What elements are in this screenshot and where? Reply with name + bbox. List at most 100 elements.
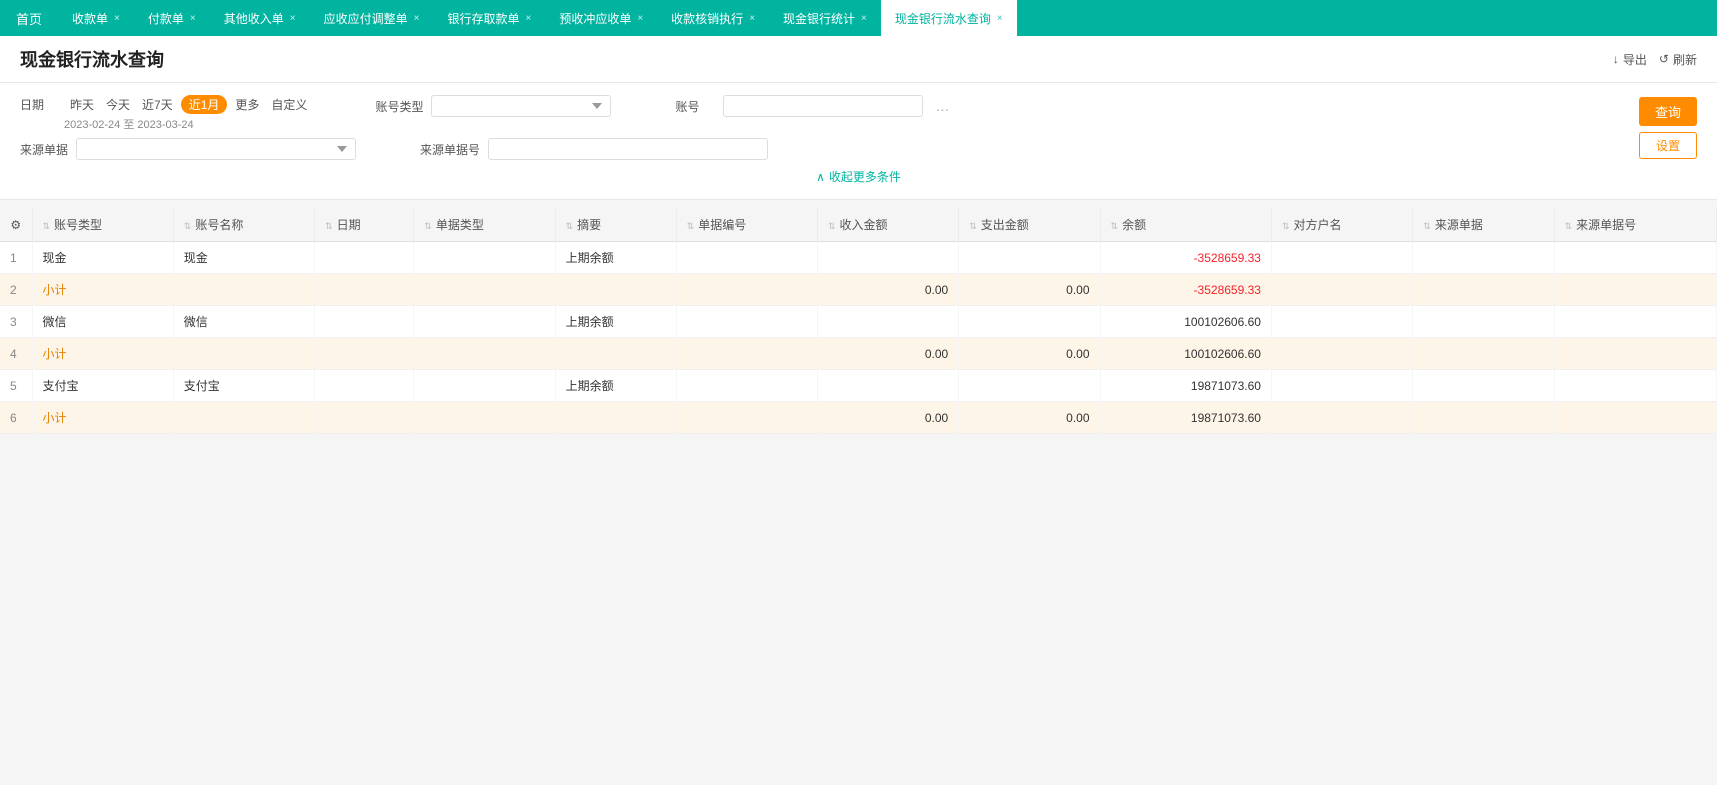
nav-tab-shoukuanhexiao[interactable]: 收款核销执行 ×	[657, 0, 769, 36]
top-navigation: 首页 收款单 × 付款单 × 其他收入单 × 应收应付调整单 × 银行存取款单 …	[0, 0, 1717, 36]
row-num: 1	[0, 242, 32, 274]
cell-account-type: 小计	[32, 274, 173, 306]
cell-account-type: 现金	[32, 242, 173, 274]
cell-balance: 100102606.60	[1100, 306, 1271, 338]
col-account-type[interactable]: ⇅账号类型	[32, 208, 173, 242]
date-btn-7days[interactable]: 近7天	[138, 95, 177, 114]
close-tab-shoukuanhexiao[interactable]: ×	[749, 13, 755, 24]
date-btn-yesterday[interactable]: 昨天	[66, 95, 98, 114]
col-expense[interactable]: ⇅支出金额	[959, 208, 1100, 242]
close-tab-xjliushui[interactable]: ×	[997, 13, 1003, 24]
cell-date	[315, 306, 414, 338]
col-counterparty[interactable]: ⇅对方户名	[1271, 208, 1412, 242]
cell-doc-no	[676, 242, 817, 274]
close-tab-shoukuandan[interactable]: ×	[114, 13, 120, 24]
cell-account-name: 现金	[173, 242, 314, 274]
cell-doc-no	[676, 402, 817, 434]
account-input[interactable]	[723, 95, 923, 117]
cell-doc-no	[676, 370, 817, 402]
nav-tab-fukuandan[interactable]: 付款单 ×	[134, 0, 210, 36]
cell-account-name	[173, 402, 314, 434]
source-doc-select[interactable]	[76, 138, 356, 160]
date-shortcuts: 昨天 今天 近7天 近1月 更多 自定义	[66, 95, 311, 114]
query-button[interactable]: 查询	[1639, 97, 1697, 126]
cell-source-doc	[1413, 274, 1554, 306]
row-num: 4	[0, 338, 32, 370]
date-btn-today[interactable]: 今天	[102, 95, 134, 114]
cell-income	[817, 306, 958, 338]
cell-balance: 100102606.60	[1100, 338, 1271, 370]
cell-source-doc-no	[1554, 306, 1716, 338]
refresh-icon: ↺	[1659, 52, 1669, 66]
cell-date	[315, 274, 414, 306]
cell-account-name	[173, 274, 314, 306]
refresh-button[interactable]: ↺ 刷新	[1659, 51, 1697, 68]
close-tab-yingshou[interactable]: ×	[414, 13, 420, 24]
cell-counterparty	[1271, 306, 1412, 338]
col-source-doc-no[interactable]: ⇅来源单据号	[1554, 208, 1716, 242]
page-title: 现金银行流水查询	[20, 46, 164, 72]
cell-income: 0.00	[817, 402, 958, 434]
cell-expense: 0.00	[959, 338, 1100, 370]
export-button[interactable]: ↓ 导出	[1613, 51, 1647, 68]
table-row: 2 小计 0.00 0.00 -3528659.33	[0, 274, 1717, 306]
table-row: 1 现金 现金 上期余额 -3528659.33	[0, 242, 1717, 274]
cell-source-doc-no	[1554, 402, 1716, 434]
cell-doc-type	[414, 274, 555, 306]
close-tab-xjstatistics[interactable]: ×	[861, 13, 867, 24]
nav-tab-yushou[interactable]: 预收冲应收单 ×	[545, 0, 657, 36]
nav-tab-xjliushui[interactable]: 现金银行流水查询 ×	[881, 0, 1017, 36]
cell-source-doc	[1413, 306, 1554, 338]
table-container: ⚙ ⇅账号类型 ⇅账号名称 ⇅日期 ⇅单据类型 ⇅摘要 ⇅单据编号 ⇅收入金额 …	[0, 208, 1717, 434]
close-tab-yushou[interactable]: ×	[637, 13, 643, 24]
date-btn-custom[interactable]: 自定义	[267, 95, 311, 114]
nav-tab-bank[interactable]: 银行存取款单 ×	[433, 0, 545, 36]
row-num: 3	[0, 306, 32, 338]
cell-counterparty	[1271, 242, 1412, 274]
row-num: 5	[0, 370, 32, 402]
col-doc-type[interactable]: ⇅单据类型	[414, 208, 555, 242]
col-account-name[interactable]: ⇅账号名称	[173, 208, 314, 242]
col-income[interactable]: ⇅收入金额	[817, 208, 958, 242]
source-doc-no-label: 来源单据号	[420, 141, 480, 158]
nav-tab-shoukuandan[interactable]: 收款单 ×	[58, 0, 134, 36]
cell-balance: 19871073.60	[1100, 402, 1271, 434]
cell-expense	[959, 242, 1100, 274]
cell-expense	[959, 370, 1100, 402]
nav-tab-qitasr[interactable]: 其他收入单 ×	[210, 0, 310, 36]
cell-source-doc-no	[1554, 242, 1716, 274]
account-type-select[interactable]	[431, 95, 611, 117]
table-row: 4 小计 0.00 0.00 100102606.60	[0, 338, 1717, 370]
cell-income: 0.00	[817, 274, 958, 306]
collapse-bar[interactable]: ∧ 收起更多条件	[20, 164, 1697, 191]
cell-doc-type	[414, 306, 555, 338]
cell-income	[817, 242, 958, 274]
col-settings[interactable]: ⚙	[0, 208, 32, 242]
col-doc-no[interactable]: ⇅单据编号	[676, 208, 817, 242]
col-date[interactable]: ⇅日期	[315, 208, 414, 242]
col-balance[interactable]: ⇅余额	[1100, 208, 1271, 242]
table-row: 6 小计 0.00 0.00 19871073.60	[0, 402, 1717, 434]
cell-balance: -3528659.33	[1100, 274, 1271, 306]
close-tab-bank[interactable]: ×	[525, 13, 531, 24]
source-doc-label: 来源单据	[20, 141, 68, 158]
date-filter-label: 日期	[20, 96, 60, 113]
setting-button[interactable]: 设置	[1639, 132, 1697, 159]
export-icon: ↓	[1613, 52, 1619, 66]
close-tab-fukuandan[interactable]: ×	[190, 13, 196, 24]
col-source-doc[interactable]: ⇅来源单据	[1413, 208, 1554, 242]
cell-summary: 上期余额	[555, 306, 676, 338]
nav-tab-xjstatistics[interactable]: 现金银行统计 ×	[769, 0, 881, 36]
nav-home[interactable]: 首页	[0, 0, 58, 36]
account-ellipsis[interactable]: …	[931, 95, 953, 117]
cell-date	[315, 242, 414, 274]
col-summary[interactable]: ⇅摘要	[555, 208, 676, 242]
cell-account-type: 支付宝	[32, 370, 173, 402]
cell-balance: -3528659.33	[1100, 242, 1271, 274]
nav-tab-yingshou[interactable]: 应收应付调整单 ×	[310, 0, 434, 36]
cell-income	[817, 370, 958, 402]
date-btn-1month[interactable]: 近1月	[181, 95, 228, 114]
close-tab-qitasr[interactable]: ×	[290, 13, 296, 24]
date-btn-more[interactable]: 更多	[231, 95, 263, 114]
source-doc-no-input[interactable]	[488, 138, 768, 160]
